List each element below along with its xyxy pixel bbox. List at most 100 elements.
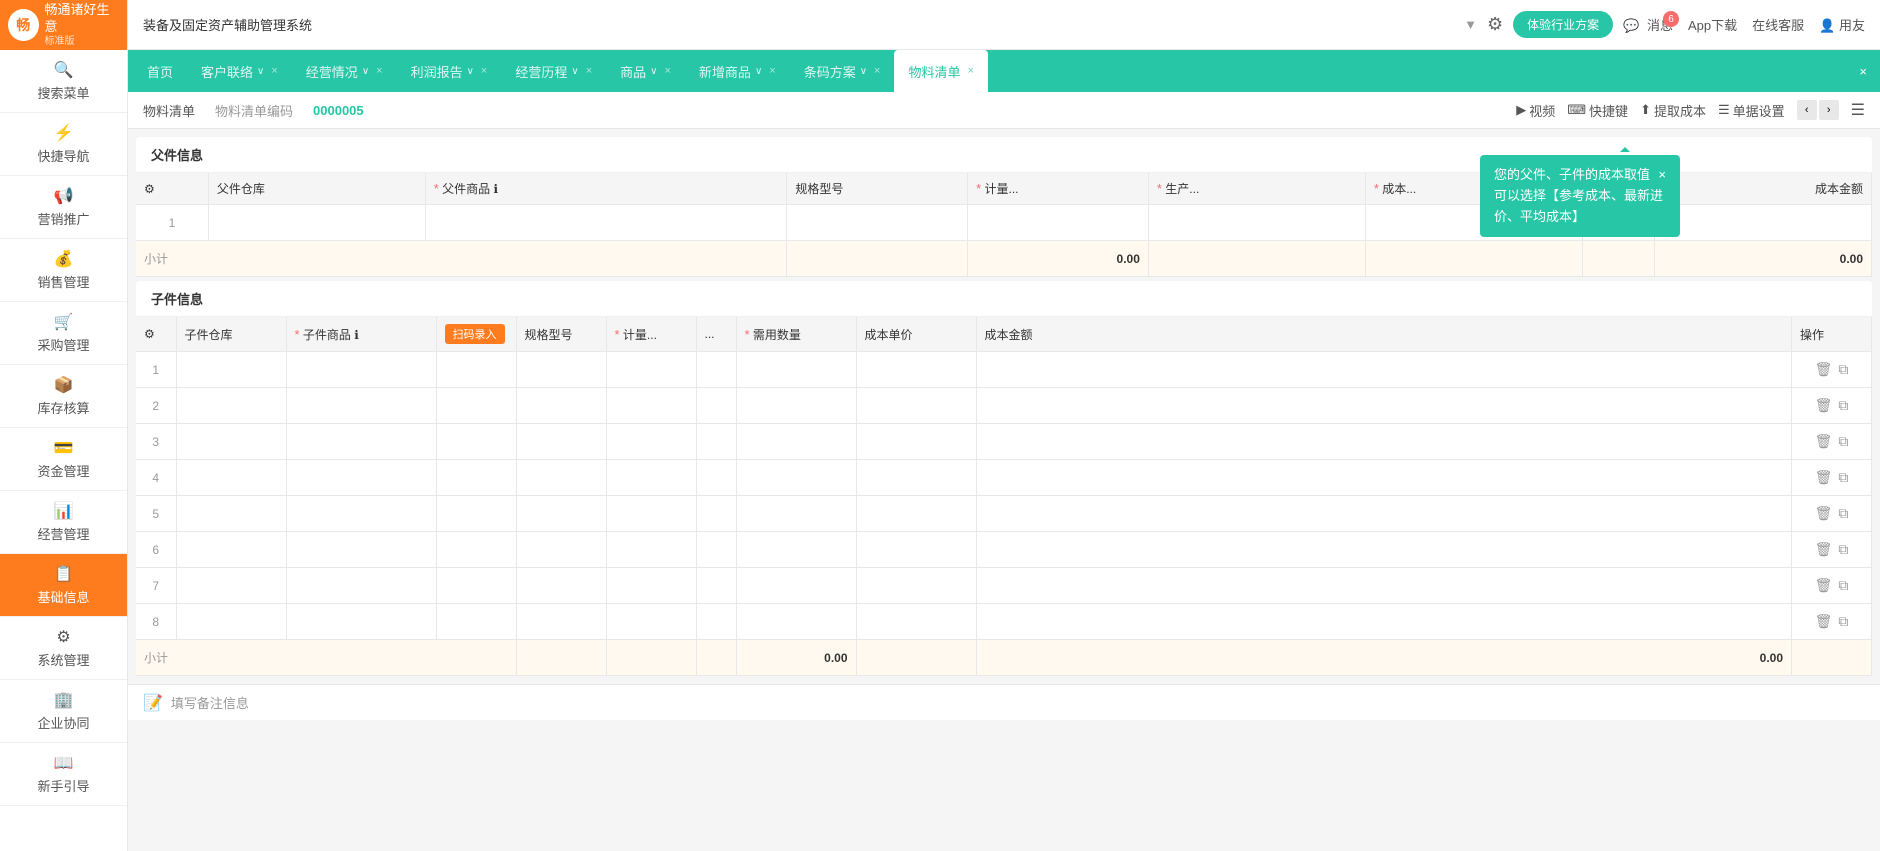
child-col-settings[interactable]: ⚙ bbox=[136, 317, 176, 352]
tab-home[interactable]: 首页 bbox=[133, 50, 187, 92]
child-row-3-copy-icon[interactable]: ⧉ bbox=[1838, 433, 1848, 450]
child-row-4-delete-icon[interactable]: 🗑 bbox=[1815, 469, 1833, 486]
child-row-7-unit[interactable] bbox=[606, 568, 696, 604]
child-row-3-goods[interactable] bbox=[286, 424, 436, 460]
child-row-7-goods[interactable] bbox=[286, 568, 436, 604]
parent-row-1-warehouse[interactable] bbox=[208, 205, 425, 241]
tab-barcode[interactable]: 条码方案 ∨ × bbox=[790, 50, 895, 92]
nav-prev-btn[interactable]: ‹ bbox=[1797, 100, 1817, 120]
child-row-8-spec[interactable] bbox=[516, 604, 606, 640]
child-row-7-delete-icon[interactable]: 🗑 bbox=[1815, 577, 1833, 594]
child-row-4-copy-icon[interactable]: ⧉ bbox=[1838, 469, 1848, 486]
child-row-6-qty[interactable] bbox=[736, 532, 856, 568]
tab-goods[interactable]: 商品 ∨ × bbox=[606, 50, 685, 92]
tab-new-goods[interactable]: 新增商品 ∨ × bbox=[685, 50, 790, 92]
sidebar-item-purchase[interactable]: 🛒 采购管理 bbox=[0, 302, 127, 365]
parent-row-1-unit[interactable] bbox=[968, 205, 1149, 241]
video-btn[interactable]: ▶ 视频 bbox=[1516, 101, 1555, 120]
parent-row-1-goods[interactable] bbox=[425, 205, 787, 241]
child-row-8-delete-icon[interactable]: 🗑 bbox=[1815, 613, 1833, 630]
child-row-8-unit-cost[interactable] bbox=[856, 604, 976, 640]
sidebar-item-guide[interactable]: 📖 新手引导 bbox=[0, 743, 127, 806]
message-icon-wrap[interactable]: 💬 6 消息 bbox=[1623, 15, 1673, 34]
tab-operation-close[interactable]: × bbox=[376, 65, 382, 77]
dropdown-arrow[interactable]: ▼ bbox=[1464, 17, 1477, 32]
child-row-7-copy-icon[interactable]: ⧉ bbox=[1838, 577, 1848, 594]
child-row-1-delete-icon[interactable]: 🗑 bbox=[1815, 361, 1833, 378]
tooltip-close-btn[interactable]: × bbox=[1658, 165, 1666, 186]
tab-bom[interactable]: 物料清单 × bbox=[894, 50, 987, 92]
sidebar-item-sys-mgmt[interactable]: ⚙ 系统管理 bbox=[0, 617, 127, 680]
child-row-1-spec[interactable] bbox=[516, 352, 606, 388]
sidebar-item-basic-info[interactable]: 📋 基础信息 bbox=[0, 554, 127, 617]
child-row-6-unit[interactable] bbox=[606, 532, 696, 568]
child-row-6-spec[interactable] bbox=[516, 532, 606, 568]
child-row-4-warehouse[interactable] bbox=[176, 460, 286, 496]
sidebar-item-enterprise[interactable]: 🏢 企业协同 bbox=[0, 680, 127, 743]
sidebar-item-marketing[interactable]: 📢 营销推广 bbox=[0, 176, 127, 239]
single-settings-btn[interactable]: ☰ 单据设置 bbox=[1718, 101, 1785, 120]
tab-profit-close[interactable]: × bbox=[481, 65, 487, 77]
online-service-btn[interactable]: 在线客服 bbox=[1752, 15, 1804, 34]
sidebar-item-finance[interactable]: 💳 资金管理 bbox=[0, 428, 127, 491]
tab-customer-close[interactable]: × bbox=[271, 65, 277, 77]
parent-col-settings[interactable]: ⚙ bbox=[136, 173, 208, 205]
child-row-4-unit-cost[interactable] bbox=[856, 460, 976, 496]
settings-icon[interactable]: ⚙ bbox=[1487, 14, 1503, 35]
child-row-5-delete-icon[interactable]: 🗑 bbox=[1815, 505, 1833, 522]
tab-profit[interactable]: 利润报告 ∨ × bbox=[397, 50, 502, 92]
child-row-6-copy-icon[interactable]: ⧉ bbox=[1838, 541, 1848, 558]
child-row-2-goods[interactable] bbox=[286, 388, 436, 424]
child-row-4-goods[interactable] bbox=[286, 460, 436, 496]
child-row-3-spec[interactable] bbox=[516, 424, 606, 460]
child-row-1-warehouse[interactable] bbox=[176, 352, 286, 388]
child-row-1-copy-icon[interactable]: ⧉ bbox=[1838, 361, 1848, 378]
child-row-1-goods[interactable] bbox=[286, 352, 436, 388]
child-row-8-unit[interactable] bbox=[606, 604, 696, 640]
child-row-7-unit-cost[interactable] bbox=[856, 568, 976, 604]
tab-new-goods-close[interactable]: × bbox=[769, 65, 775, 77]
child-row-5-copy-icon[interactable]: ⧉ bbox=[1838, 505, 1848, 522]
child-row-6-delete-icon[interactable]: 🗑 bbox=[1815, 541, 1833, 558]
scan-btn[interactable]: 扫码录入 bbox=[445, 324, 505, 344]
child-row-7-warehouse[interactable] bbox=[176, 568, 286, 604]
child-row-7-spec[interactable] bbox=[516, 568, 606, 604]
child-row-8-qty[interactable] bbox=[736, 604, 856, 640]
child-row-6-goods[interactable] bbox=[286, 532, 436, 568]
child-row-5-unit-cost[interactable] bbox=[856, 496, 976, 532]
child-row-2-delete-icon[interactable]: 🗑 bbox=[1815, 397, 1833, 414]
child-row-3-qty[interactable] bbox=[736, 424, 856, 460]
child-row-1-unit[interactable] bbox=[606, 352, 696, 388]
child-row-2-copy-icon[interactable]: ⧉ bbox=[1838, 397, 1848, 414]
trial-btn[interactable]: 体验行业方案 bbox=[1513, 11, 1613, 38]
sidebar-item-biz-mgmt[interactable]: 📊 经营管理 bbox=[0, 491, 127, 554]
sidebar-item-sales[interactable]: 💰 销售管理 bbox=[0, 239, 127, 302]
child-row-8-copy-icon[interactable]: ⧉ bbox=[1838, 613, 1848, 630]
child-row-1-qty[interactable] bbox=[736, 352, 856, 388]
child-row-3-delete-icon[interactable]: 🗑 bbox=[1815, 433, 1833, 450]
child-row-5-spec[interactable] bbox=[516, 496, 606, 532]
child-row-4-spec[interactable] bbox=[516, 460, 606, 496]
tab-goods-close[interactable]: × bbox=[664, 65, 670, 77]
child-row-5-unit[interactable] bbox=[606, 496, 696, 532]
tab-customer[interactable]: 客户联络 ∨ × bbox=[187, 50, 292, 92]
tab-history[interactable]: 经营历程 ∨ × bbox=[501, 50, 606, 92]
child-row-2-unit-cost[interactable] bbox=[856, 388, 976, 424]
child-row-4-unit[interactable] bbox=[606, 460, 696, 496]
extract-cost-btn[interactable]: ⬆ 提取成本 bbox=[1640, 101, 1706, 120]
tab-bom-close[interactable]: × bbox=[968, 65, 974, 77]
child-row-3-warehouse[interactable] bbox=[176, 424, 286, 460]
shortcut-btn[interactable]: ⌨ 快捷键 bbox=[1567, 101, 1628, 120]
child-row-5-warehouse[interactable] bbox=[176, 496, 286, 532]
app-download-btn[interactable]: App下载 bbox=[1688, 15, 1737, 34]
parent-row-1-production[interactable] bbox=[1148, 205, 1365, 241]
child-row-8-warehouse[interactable] bbox=[176, 604, 286, 640]
sidebar-item-quick-nav[interactable]: ⚡ 快捷导航 bbox=[0, 113, 127, 176]
layout-icon[interactable]: ☰ bbox=[1851, 100, 1865, 120]
close-all-tabs[interactable]: × bbox=[1851, 64, 1875, 79]
user-menu[interactable]: 👤 用友 bbox=[1819, 15, 1865, 34]
child-row-3-unit-cost[interactable] bbox=[856, 424, 976, 460]
child-row-2-warehouse[interactable] bbox=[176, 388, 286, 424]
nav-next-btn[interactable]: › bbox=[1819, 100, 1839, 120]
child-row-2-spec[interactable] bbox=[516, 388, 606, 424]
